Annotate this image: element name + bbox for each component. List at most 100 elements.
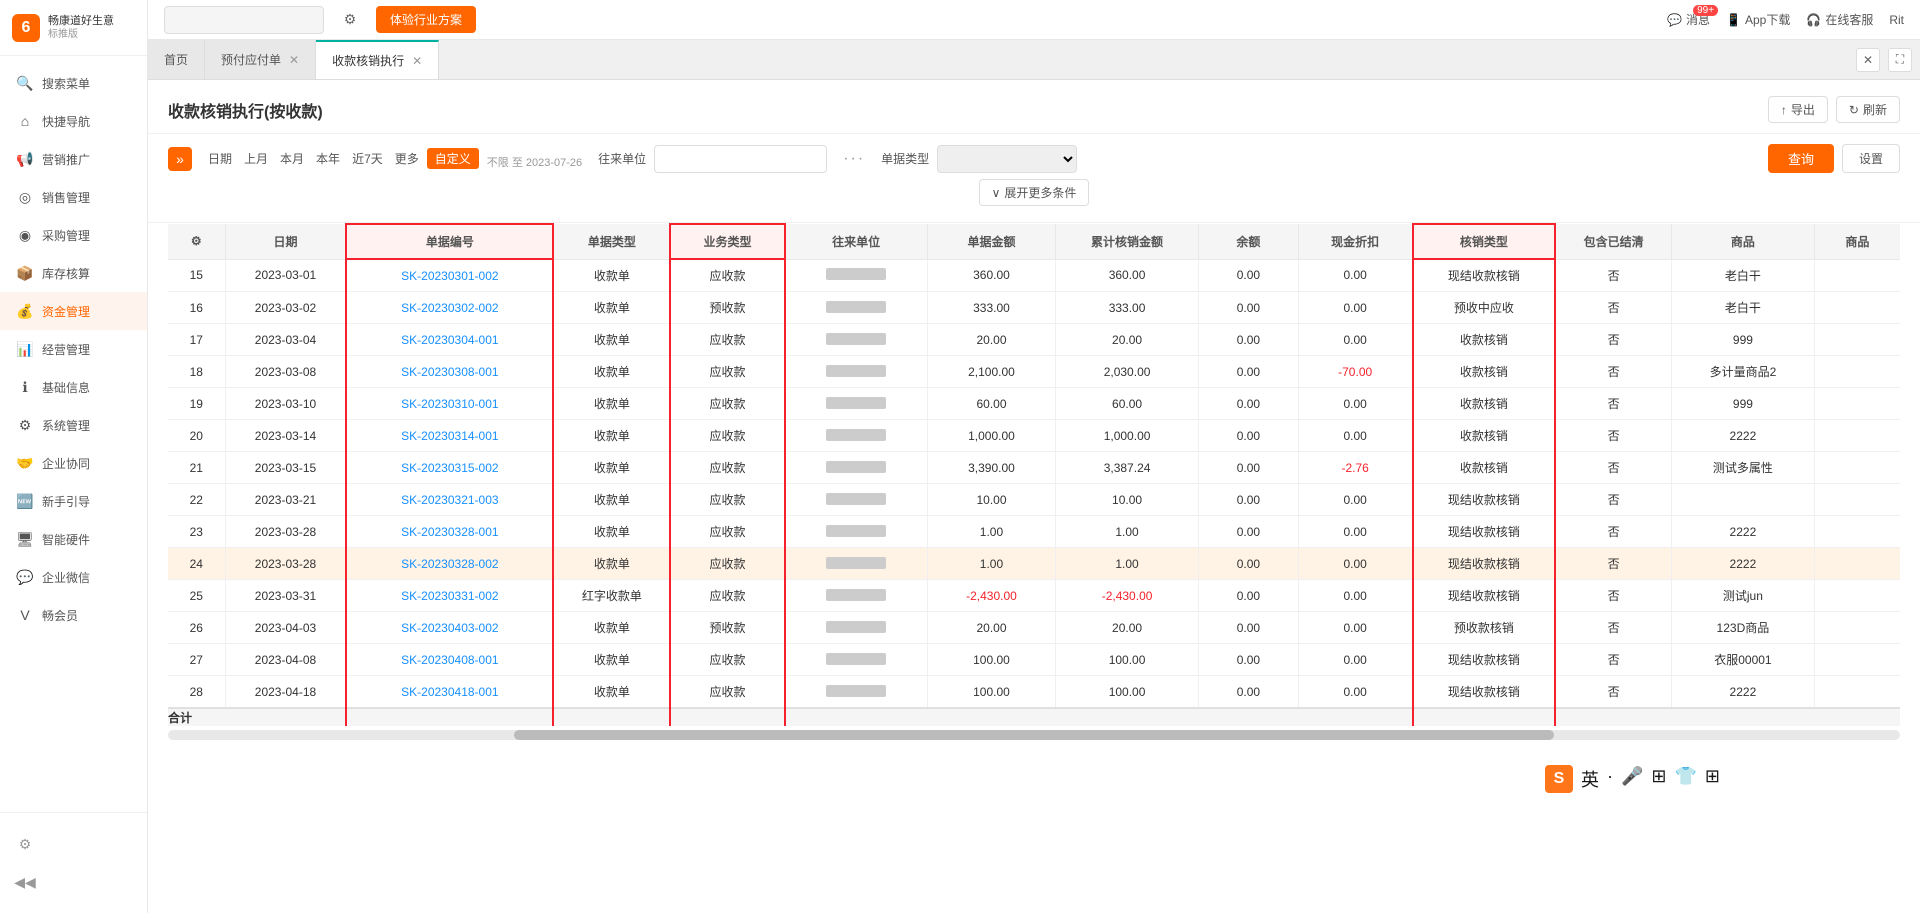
voucher-no-link[interactable]: SK-20230331-002 <box>401 589 498 603</box>
td-verify-type: 现结收款核销 <box>1413 259 1556 292</box>
th-voucher-no[interactable]: 单据编号 <box>346 224 553 259</box>
td-no: 20 <box>168 420 225 452</box>
voucher-no-link[interactable]: SK-20230403-002 <box>401 621 498 635</box>
online-service-link[interactable]: 🎧 在线客服 <box>1806 11 1873 28</box>
voucher-no-link[interactable]: SK-20230314-001 <box>401 429 498 443</box>
table-row[interactable]: 25 2023-03-31 SK-20230331-002 红字收款单 应收款 … <box>168 580 1900 612</box>
th-product[interactable]: 商品 <box>1672 224 1815 259</box>
sidebar-item-purchase[interactable]: ◉采购管理 <box>0 216 147 254</box>
footer-verify-type <box>1413 708 1556 726</box>
topbar-gear-icon[interactable]: ⚙ <box>336 6 364 34</box>
sidebar-item-wechat[interactable]: 💬企业微信 <box>0 558 147 596</box>
expand-btn[interactable]: ∨ 展开更多条件 <box>979 179 1090 206</box>
td-product2 <box>1814 452 1900 484</box>
th-balance[interactable]: 余额 <box>1198 224 1298 259</box>
td-voucher-no: SK-20230321-003 <box>346 484 553 516</box>
tab-expand-btn[interactable]: ⛶ <box>1888 48 1912 72</box>
sidebar-item-operation[interactable]: 📊经营管理 <box>0 330 147 368</box>
th-product2[interactable]: 商品 <box>1814 224 1900 259</box>
voucher-no-link[interactable]: SK-20230418-001 <box>401 685 498 699</box>
table-row[interactable]: 24 2023-03-28 SK-20230328-002 收款单 应收款 1.… <box>168 548 1900 580</box>
app-download-link[interactable]: 📱 App下载 <box>1726 11 1790 28</box>
date-custom-btn[interactable]: 自定义 <box>427 148 479 169</box>
th-biz-type[interactable]: 业务类型 <box>670 224 784 259</box>
voucher-no-link[interactable]: SK-20230315-002 <box>401 461 498 475</box>
td-no: 26 <box>168 612 225 644</box>
sidebar-item-settings[interactable]: ⚙ <box>0 825 147 863</box>
sidebar-item-enterprise[interactable]: 🤝企业协同 <box>0 444 147 482</box>
th-voucher-type[interactable]: 单据类型 <box>553 224 670 259</box>
message-badge[interactable]: 💬 消息 99+ <box>1667 11 1710 28</box>
table-container[interactable]: ⚙ 日期 单据编号 单据类型 业务类型 往来单位 单据金额 累计核销金额 余额 … <box>148 223 1920 913</box>
counterpart-input[interactable] <box>654 145 827 173</box>
tab-collection-close[interactable]: ✕ <box>412 54 422 68</box>
th-date[interactable]: 日期 <box>225 224 346 259</box>
table-row[interactable]: 16 2023-03-02 SK-20230302-002 收款单 预收款 33… <box>168 292 1900 324</box>
voucher-type-select[interactable] <box>937 145 1077 173</box>
table-row[interactable]: 21 2023-03-15 SK-20230315-002 收款单 应收款 3,… <box>168 452 1900 484</box>
sidebar-item-finance[interactable]: 💰资金管理 <box>0 292 147 330</box>
sidebar-item-system[interactable]: ⚙系统管理 <box>0 406 147 444</box>
td-cash-discount: 0.00 <box>1298 548 1412 580</box>
tab-prepay[interactable]: 预付应付单 ✕ <box>205 40 316 79</box>
voucher-no-link[interactable]: SK-20230304-001 <box>401 333 498 347</box>
topbar-right: 💬 消息 99+ 📱 App下载 🎧 在线客服 Rit <box>1667 11 1904 28</box>
sidebar-item-guide[interactable]: 🆕新手引导 <box>0 482 147 520</box>
voucher-no-link[interactable]: SK-20230302-002 <box>401 301 498 315</box>
td-counterpart <box>785 612 928 644</box>
sidebar-item-collapse[interactable]: ◀◀ <box>0 863 147 901</box>
tab-home[interactable]: 首页 <box>148 40 205 79</box>
date-this-month[interactable]: 本月 <box>276 148 308 169</box>
date-more[interactable]: 更多 <box>391 148 423 169</box>
table-row[interactable]: 15 2023-03-01 SK-20230301-002 收款单 应收款 36… <box>168 259 1900 292</box>
sidebar-item-member[interactable]: V畅会员 <box>0 596 147 634</box>
tab-collection[interactable]: 收款核销执行 ✕ <box>316 40 439 79</box>
table-scrollbar[interactable] <box>168 730 1900 740</box>
sidebar-item-sales[interactable]: ◎销售管理 <box>0 178 147 216</box>
date-7days[interactable]: 近7天 <box>348 148 387 169</box>
voucher-no-link[interactable]: SK-20230308-001 <box>401 365 498 379</box>
sidebar-item-search[interactable]: 🔍搜索菜单 <box>0 64 147 102</box>
th-amount[interactable]: 单据金额 <box>927 224 1055 259</box>
filter-toggle-btn[interactable]: » <box>168 147 192 171</box>
table-row[interactable]: 28 2023-04-18 SK-20230418-001 收款单 应收款 10… <box>168 676 1900 709</box>
sidebar-item-inventory[interactable]: 📦库存核算 <box>0 254 147 292</box>
tab-prepay-close[interactable]: ✕ <box>289 53 299 67</box>
tab-close-btn[interactable]: ✕ <box>1856 48 1880 72</box>
voucher-no-link[interactable]: SK-20230310-001 <box>401 397 498 411</box>
th-include-settled[interactable]: 包含已结清 <box>1555 224 1671 259</box>
user-link[interactable]: Rit <box>1889 13 1904 27</box>
th-counterpart[interactable]: 往来单位 <box>785 224 928 259</box>
table-row[interactable]: 18 2023-03-08 SK-20230308-001 收款单 应收款 2,… <box>168 356 1900 388</box>
table-row[interactable]: 27 2023-04-08 SK-20230408-001 收款单 应收款 10… <box>168 644 1900 676</box>
th-verify-type[interactable]: 核销类型 <box>1413 224 1556 259</box>
voucher-no-link[interactable]: SK-20230408-001 <box>401 653 498 667</box>
table-row[interactable]: 20 2023-03-14 SK-20230314-001 收款单 应收款 1,… <box>168 420 1900 452</box>
table-row[interactable]: 17 2023-03-04 SK-20230304-001 收款单 应收款 20… <box>168 324 1900 356</box>
sidebar-item-hardware[interactable]: 🖥智能硬件 <box>0 520 147 558</box>
sidebar-item-quicknav[interactable]: ⌂快捷导航 <box>0 102 147 140</box>
export-btn[interactable]: ↑ 导出 <box>1768 96 1828 123</box>
th-cum-amount[interactable]: 累计核销金额 <box>1056 224 1199 259</box>
voucher-no-link[interactable]: SK-20230328-002 <box>401 557 498 571</box>
date-last-month[interactable]: 上月 <box>240 148 272 169</box>
date-this-year[interactable]: 本年 <box>312 148 344 169</box>
refresh-btn[interactable]: ↻ 刷新 <box>1836 96 1900 123</box>
table-row[interactable]: 23 2023-03-28 SK-20230328-001 收款单 应收款 1.… <box>168 516 1900 548</box>
query-btn[interactable]: 查询 <box>1768 144 1834 173</box>
table-row[interactable]: 26 2023-04-03 SK-20230403-002 收款单 预收款 20… <box>168 612 1900 644</box>
topbar-search-input[interactable] <box>164 6 324 34</box>
table-row[interactable]: 22 2023-03-21 SK-20230321-003 收款单 应收款 10… <box>168 484 1900 516</box>
table-row[interactable]: 19 2023-03-10 SK-20230310-001 收款单 应收款 60… <box>168 388 1900 420</box>
voucher-no-link[interactable]: SK-20230321-003 <box>401 493 498 507</box>
sidebar-item-marketing[interactable]: 📢营销推广 <box>0 140 147 178</box>
th-gear[interactable]: ⚙ <box>168 224 225 259</box>
filter-settings-btn[interactable]: 设置 <box>1842 144 1900 173</box>
solution-btn[interactable]: 体验行业方案 <box>376 6 476 33</box>
td-product2 <box>1814 484 1900 516</box>
sidebar-item-basic[interactable]: ℹ基础信息 <box>0 368 147 406</box>
td-voucher-type: 收款单 <box>553 324 670 356</box>
voucher-no-link[interactable]: SK-20230301-002 <box>401 269 498 283</box>
th-cash-discount[interactable]: 现金折扣 <box>1298 224 1412 259</box>
voucher-no-link[interactable]: SK-20230328-001 <box>401 525 498 539</box>
